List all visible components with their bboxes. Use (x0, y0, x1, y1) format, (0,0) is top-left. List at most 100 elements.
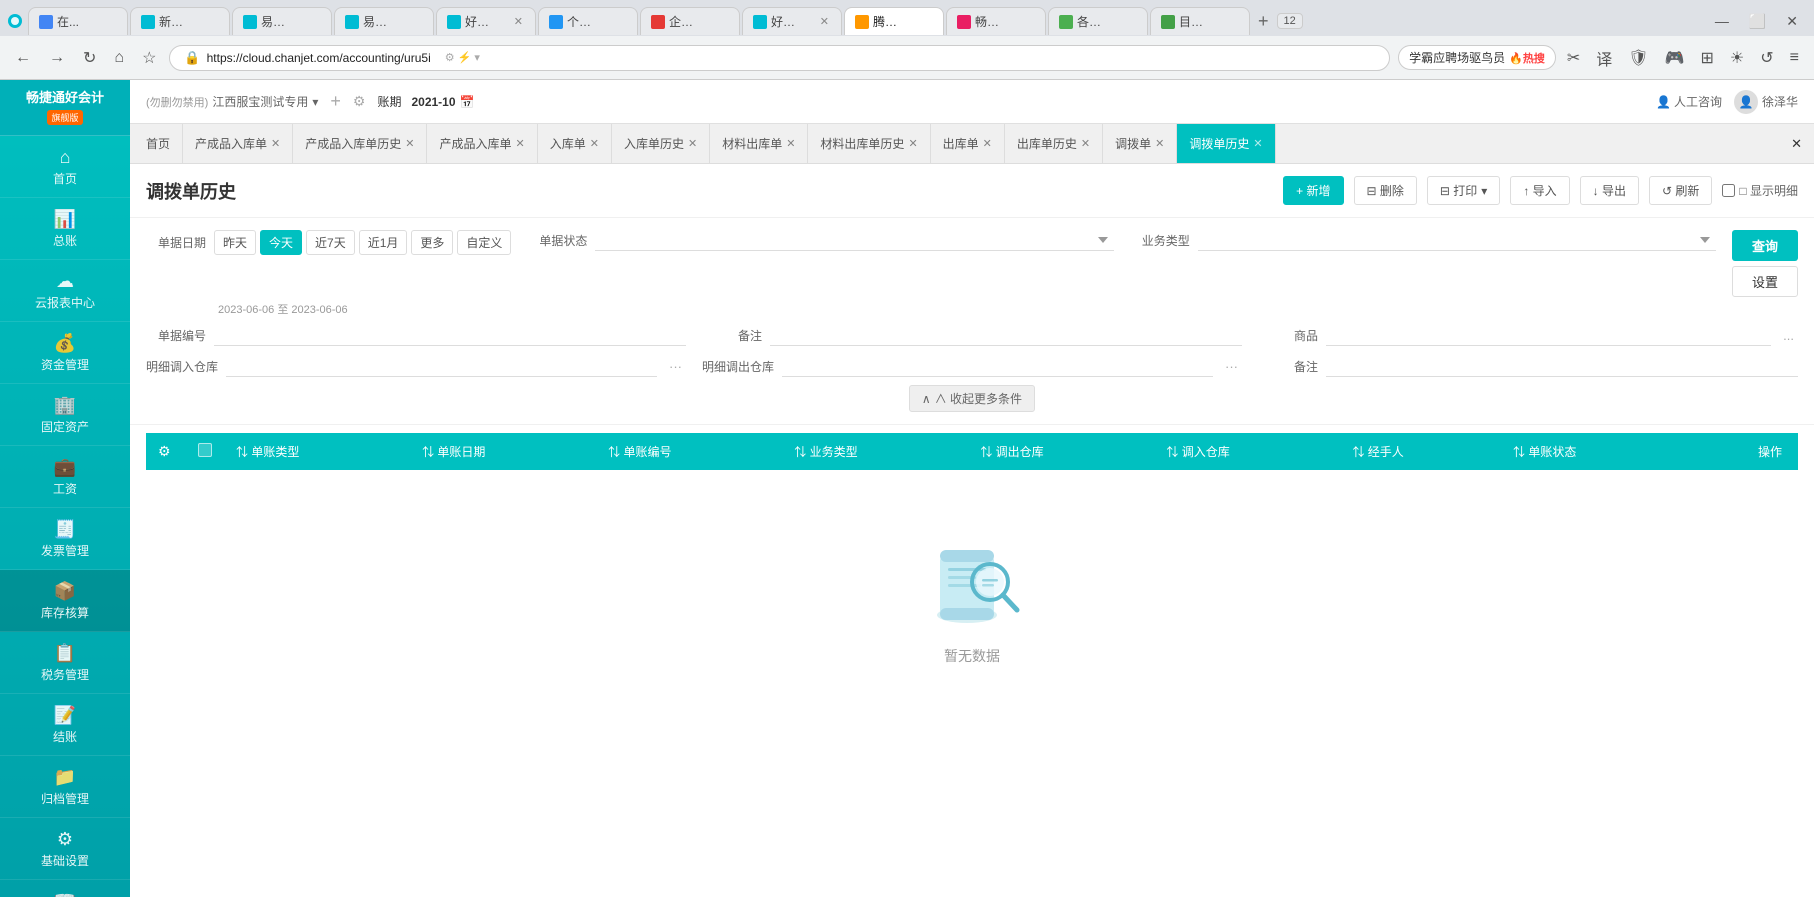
sidebar-item-finance[interactable]: 💰 资金管理 (0, 322, 130, 384)
business-type-select[interactable] (1198, 230, 1716, 251)
th-checkbox[interactable] (186, 433, 224, 470)
detail-out-ellipsis-btn[interactable]: ··· (1221, 359, 1242, 374)
add-company-button[interactable]: + (330, 91, 341, 112)
user-info[interactable]: 👤 徐泽华 (1734, 90, 1798, 114)
browser-tab-7[interactable]: 企… (640, 7, 740, 35)
goods-input[interactable] (1326, 325, 1771, 346)
detail-out-warehouse-input[interactable] (782, 356, 1213, 377)
page-tab-outbound[interactable]: 出库单 ✕ (931, 124, 1005, 163)
page-tab-inbound[interactable]: 入库单 ✕ (538, 124, 612, 163)
browser-tab-11[interactable]: 各… (1048, 7, 1148, 35)
more-icon-btn[interactable]: ≡ (1785, 46, 1804, 70)
detail-in-ellipsis-btn[interactable]: ··· (665, 359, 686, 374)
theme-icon-btn[interactable]: ☀ (1725, 45, 1749, 71)
restore-button[interactable]: ⬜ (1741, 11, 1774, 32)
undo-icon-btn[interactable]: ↺ (1755, 45, 1778, 71)
browser-tab-9[interactable]: 腾… (844, 7, 944, 35)
browser-tab-10[interactable]: 畅… (946, 7, 1046, 35)
sidebar-item-inventory[interactable]: 📦 库存核算 (0, 570, 130, 632)
page-tab-transfer[interactable]: 调拨单 ✕ (1103, 124, 1177, 163)
browser-tab-close-8[interactable]: ✕ (818, 14, 831, 29)
date-7days-btn[interactable]: 近7天 (306, 230, 355, 255)
date-yesterday-btn[interactable]: 昨天 (214, 230, 256, 255)
close-inbound-tab[interactable]: ✕ (590, 137, 599, 150)
th-out-warehouse[interactable]: ⇅ 调出仓库 (968, 433, 1154, 470)
scissors-icon-btn[interactable]: ✂ (1562, 45, 1585, 71)
close-all-tabs-button[interactable]: ✕ (1783, 136, 1810, 152)
close-inbound-history-tab[interactable]: ✕ (688, 137, 697, 150)
close-button[interactable]: ✕ (1778, 11, 1806, 32)
date-more-btn[interactable]: 更多 (411, 230, 453, 255)
sidebar-item-guide[interactable]: 📖 新手引导 (0, 880, 130, 897)
close-product-inbound-history-tab[interactable]: ✕ (405, 137, 414, 150)
date-custom-btn[interactable]: 自定义 (457, 230, 511, 255)
close-transfer-history-tab[interactable]: ✕ (1253, 137, 1262, 150)
browser-tab-8[interactable]: 好… ✕ (742, 7, 842, 35)
sidebar-item-ledger[interactable]: 📊 总账 (0, 198, 130, 260)
forward-button[interactable]: → (44, 46, 70, 70)
close-outbound-history-tab[interactable]: ✕ (1081, 137, 1090, 150)
page-tab-transfer-history[interactable]: 调拨单历史 ✕ (1177, 124, 1275, 163)
browser-tab-6[interactable]: 个… (538, 7, 638, 35)
import-button[interactable]: ↑ 导入 (1510, 176, 1569, 205)
browser-tab-5[interactable]: 好… ✕ (436, 7, 536, 35)
date-1month-btn[interactable]: 近1月 (359, 230, 408, 255)
th-doc-status[interactable]: ⇅ 单账状态 (1501, 433, 1687, 470)
browser-tab-close-5[interactable]: ✕ (512, 14, 525, 29)
sidebar-item-basic-settings[interactable]: ⚙ 基础设置 (0, 818, 130, 880)
page-tab-product-inbound2[interactable]: 产成品入库单 ✕ (427, 124, 537, 163)
collapse-filter-button[interactable]: ∧ ∧ 收起更多条件 (909, 385, 1035, 412)
status-select[interactable] (595, 230, 1113, 251)
browser-tab-2[interactable]: 新… (130, 7, 230, 35)
translate-icon-btn[interactable]: 译 (1591, 43, 1617, 73)
shield-icon-btn[interactable]: 🛡 (1623, 45, 1653, 71)
address-bar[interactable]: 🔒 https://cloud.chanjet.com/accounting/u… (169, 45, 1390, 71)
company-settings-button[interactable]: ⚙ (353, 93, 366, 110)
close-outbound-tab[interactable]: ✕ (983, 137, 992, 150)
print-button[interactable]: ⊟ 打印 ▾ (1427, 176, 1500, 205)
detail-in-warehouse-input[interactable] (226, 356, 657, 377)
th-business-type[interactable]: ⇅ 业务类型 (782, 433, 968, 470)
query-button[interactable]: 查询 (1732, 230, 1798, 261)
game-icon-btn[interactable]: 🎮 (1660, 45, 1690, 71)
delete-button[interactable]: ⊟ 删除 (1354, 176, 1417, 205)
page-tab-outbound-history[interactable]: 出库单历史 ✕ (1005, 124, 1103, 163)
page-tab-material-outbound-history[interactable]: 材料出库单历史 ✕ (808, 124, 930, 163)
show-full-toggle[interactable]: □ 显示明细 (1722, 182, 1798, 199)
page-tab-product-inbound[interactable]: 产成品入库单 ✕ (183, 124, 293, 163)
browser-tab-4[interactable]: 易… (334, 7, 434, 35)
filter-setting-button[interactable]: 设置 (1732, 266, 1798, 297)
date-today-btn[interactable]: 今天 (260, 230, 302, 255)
bookmark-button[interactable]: ☆ (137, 45, 161, 71)
page-tab-product-inbound-history[interactable]: 产成品入库单历史 ✕ (293, 124, 427, 163)
sidebar-item-tax[interactable]: 📋 税务管理 (0, 632, 130, 694)
support-button[interactable]: 👤 人工咨询 (1656, 93, 1722, 110)
close-product-inbound-tab[interactable]: ✕ (271, 137, 280, 150)
company-selector[interactable]: (勿删勿禁用) 江西服宝测试专用 ▾ (146, 93, 318, 110)
apps-icon-btn[interactable]: ⊞ (1696, 45, 1719, 71)
add-browser-tab-button[interactable]: + (1252, 11, 1275, 32)
sidebar-item-settlement[interactable]: 📝 结账 (0, 694, 130, 756)
th-doc-no[interactable]: ⇅ 单账编号 (596, 433, 782, 470)
browser-tab-1[interactable]: 在... (28, 7, 128, 35)
sidebar-item-wages[interactable]: 💼 工资 (0, 446, 130, 508)
th-in-warehouse[interactable]: ⇅ 调入仓库 (1154, 433, 1340, 470)
sidebar-item-assets[interactable]: 🏢 固定资产 (0, 384, 130, 446)
browser-tab-12[interactable]: 目… (1150, 7, 1250, 35)
reload-button[interactable]: ↻ (78, 45, 101, 71)
browser-tab-3[interactable]: 易… (232, 7, 332, 35)
th-handler[interactable]: ⇅ 经手人 (1340, 433, 1501, 470)
sidebar-item-home[interactable]: ⌂ 首页 (0, 136, 130, 198)
sidebar-item-invoices[interactable]: 🧾 发票管理 (0, 508, 130, 570)
refresh-button[interactable]: ↺ 刷新 (1649, 176, 1712, 205)
goods-ellipsis-btn[interactable]: ... (1779, 328, 1798, 343)
close-material-outbound-tab[interactable]: ✕ (786, 137, 795, 150)
close-product-inbound2-tab[interactable]: ✕ (516, 137, 525, 150)
sidebar-item-archive[interactable]: 📁 归档管理 (0, 756, 130, 818)
minimize-button[interactable]: — (1707, 11, 1737, 31)
browser-search-bar[interactable]: 学霸应聘场驱鸟员 🔥热搜 (1398, 45, 1556, 70)
page-tab-inbound-history[interactable]: 入库单历史 ✕ (612, 124, 710, 163)
sidebar-item-reports[interactable]: ☁ 云报表中心 (0, 260, 130, 322)
new-button[interactable]: + 新增 (1283, 176, 1343, 205)
back-button[interactable]: ← (10, 46, 36, 70)
